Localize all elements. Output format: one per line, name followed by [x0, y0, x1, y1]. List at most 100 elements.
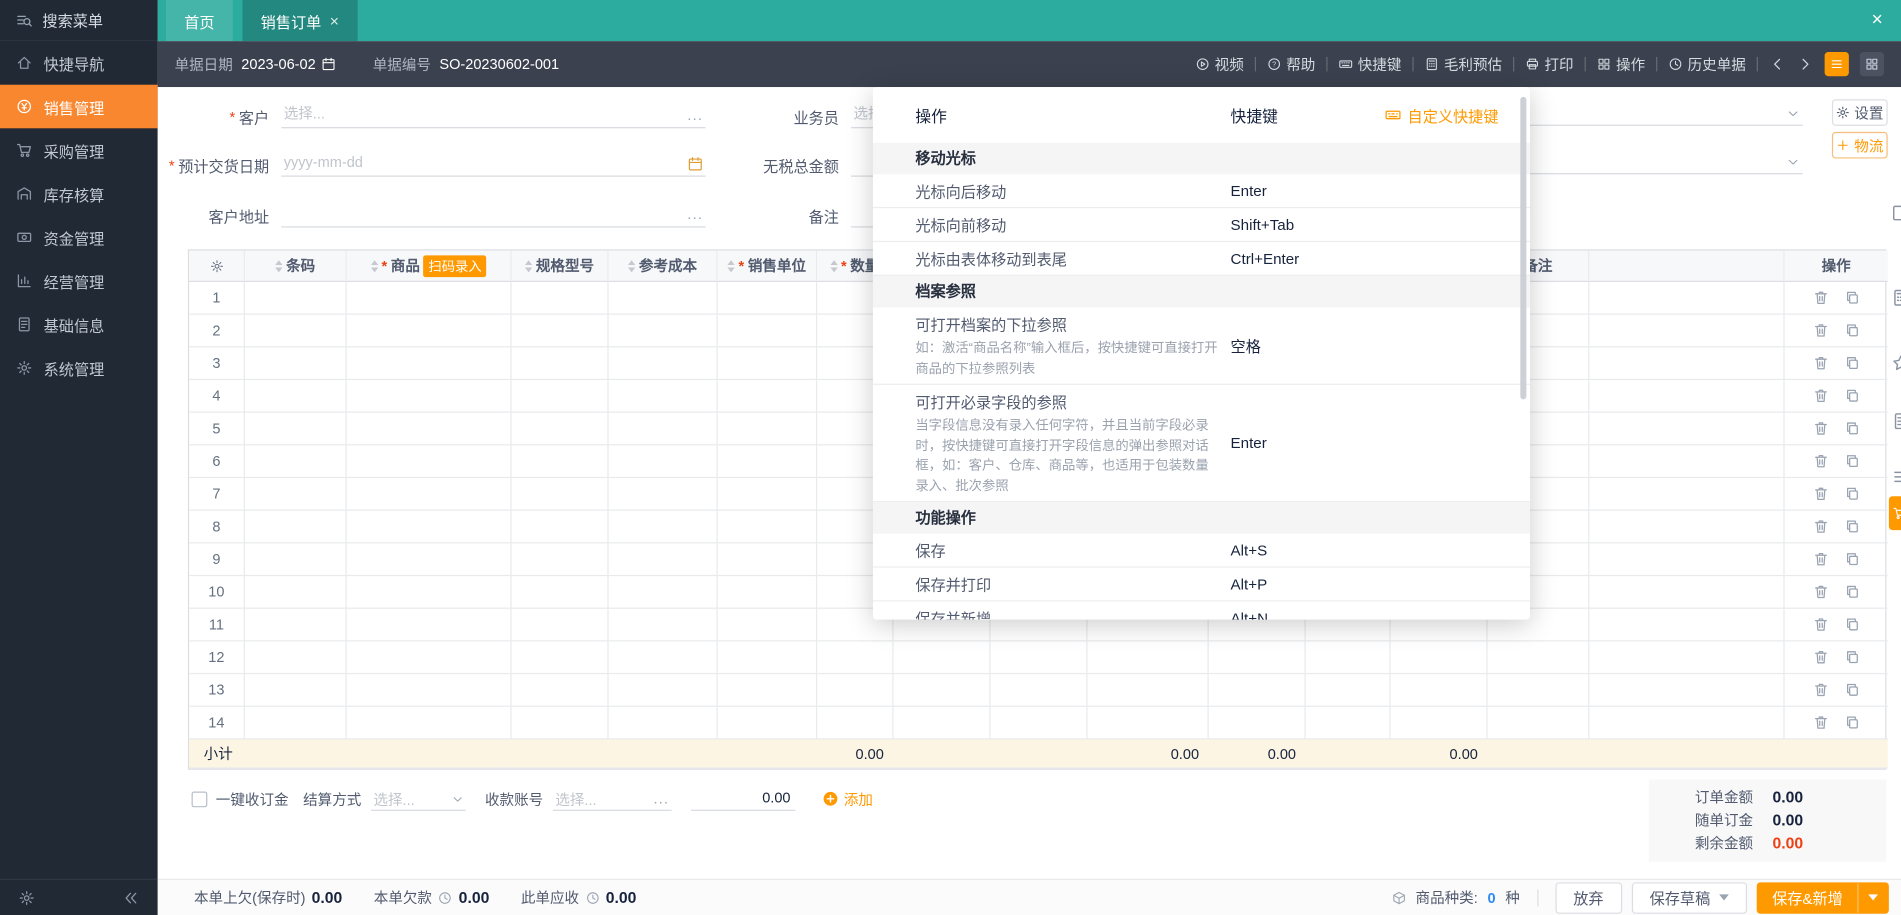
table-cell[interactable]: [608, 510, 718, 544]
table-cell[interactable]: [1487, 674, 1590, 707]
table-cell[interactable]: [717, 478, 818, 511]
table-cell[interactable]: [608, 576, 718, 609]
table-cell[interactable]: [244, 412, 347, 446]
delete-row-icon[interactable]: [1812, 649, 1829, 666]
sort-carets-icon[interactable]: [627, 259, 636, 272]
docbar-action-5[interactable]: 操作: [1597, 54, 1645, 75]
table-cell[interactable]: [717, 412, 818, 446]
table-cell[interactable]: [608, 706, 718, 740]
table-cell[interactable]: [1305, 674, 1391, 707]
table-cell[interactable]: [511, 478, 609, 511]
table-cell[interactable]: [1589, 543, 1785, 577]
table-cell[interactable]: [511, 282, 609, 315]
table-cell[interactable]: [244, 706, 347, 740]
table-cell[interactable]: [608, 347, 718, 381]
table-cell[interactable]: [717, 510, 818, 544]
table-cell[interactable]: [990, 706, 1088, 740]
docbar-action-1[interactable]: ? 帮助: [1267, 54, 1315, 75]
save-options-caret[interactable]: [1857, 882, 1887, 912]
table-cell[interactable]: [717, 674, 818, 707]
address-picker-ellipsis[interactable]: ...: [687, 207, 703, 222]
sort-carets-icon[interactable]: [275, 259, 283, 272]
table-cell[interactable]: [990, 674, 1088, 707]
table-cell[interactable]: [346, 674, 512, 707]
copy-row-icon[interactable]: [1843, 616, 1860, 633]
table-cell[interactable]: [1087, 706, 1209, 740]
table-cell[interactable]: [717, 282, 818, 315]
settings-button[interactable]: 设置: [1831, 99, 1888, 126]
delete-row-icon[interactable]: [1812, 420, 1829, 437]
sort-carets-icon[interactable]: [830, 259, 838, 272]
sidebar-settings-icon[interactable]: [18, 889, 35, 906]
sort-carets-icon[interactable]: [524, 259, 533, 272]
copy-row-icon[interactable]: [1843, 453, 1860, 470]
delivery-date-input[interactable]: [281, 151, 706, 176]
copy-row-icon[interactable]: [1843, 649, 1860, 666]
table-cell[interactable]: [1390, 641, 1488, 675]
table-cell[interactable]: [511, 674, 609, 707]
save-and-new-button[interactable]: 保存&新增: [1756, 881, 1889, 914]
column-header-规格型号[interactable]: 规格型号: [511, 250, 609, 283]
table-cell[interactable]: [1589, 380, 1785, 413]
table-cell[interactable]: [511, 314, 609, 348]
table-cell[interactable]: [1305, 641, 1391, 675]
table-cell[interactable]: [1087, 674, 1209, 707]
tab-sales-order[interactable]: 销售订单 ×: [242, 0, 358, 42]
delete-row-icon[interactable]: [1812, 714, 1829, 731]
table-cell[interactable]: [717, 608, 818, 642]
table-cell[interactable]: [346, 380, 512, 413]
sidebar-item-2[interactable]: 采购管理: [0, 128, 158, 172]
table-cell[interactable]: [1305, 706, 1391, 740]
column-header-条码[interactable]: 条码: [244, 250, 347, 283]
delete-row-icon[interactable]: [1812, 681, 1829, 698]
strip-active-tool[interactable]: [1888, 496, 1901, 531]
table-cell[interactable]: [346, 478, 512, 511]
sidebar-collapse-icon[interactable]: [122, 889, 139, 906]
table-cell[interactable]: [608, 543, 718, 577]
copy-row-icon[interactable]: [1843, 322, 1860, 339]
table-cell[interactable]: [346, 576, 512, 609]
table-cell[interactable]: [244, 282, 347, 315]
sidebar-item-1[interactable]: 销售管理: [0, 84, 158, 129]
table-cell[interactable]: [990, 641, 1088, 675]
delete-row-icon[interactable]: [1812, 355, 1829, 372]
table-cell[interactable]: [717, 347, 818, 381]
docbar-action-6[interactable]: 历史单据: [1668, 54, 1746, 75]
column-header-操作[interactable]: 操作: [1784, 250, 1888, 283]
discard-button[interactable]: 放弃: [1555, 881, 1622, 914]
table-cell[interactable]: [717, 380, 818, 413]
sidebar-item-6[interactable]: 基础信息: [0, 303, 158, 347]
table-cell[interactable]: [817, 674, 894, 707]
column-header-0[interactable]: [189, 250, 245, 283]
table-cell[interactable]: [346, 510, 512, 544]
tab-home[interactable]: 首页: [166, 0, 233, 42]
delete-row-icon[interactable]: [1812, 453, 1829, 470]
tabbar-close-icon[interactable]: ×: [1871, 10, 1882, 32]
table-cell[interactable]: [608, 282, 718, 315]
table-cell[interactable]: [1487, 641, 1590, 675]
copy-row-icon[interactable]: [1843, 420, 1860, 437]
sort-carets-icon[interactable]: [727, 259, 735, 272]
table-cell[interactable]: [346, 608, 512, 642]
table-cell[interactable]: [717, 576, 818, 609]
table-cell[interactable]: [608, 674, 718, 707]
sort-carets-icon[interactable]: [370, 259, 378, 272]
table-cell[interactable]: [1589, 576, 1785, 609]
copy-row-icon[interactable]: [1843, 551, 1860, 568]
copy-row-icon[interactable]: [1843, 583, 1860, 600]
doc-date-value[interactable]: 2023-06-02: [241, 56, 336, 73]
table-cell[interactable]: [1589, 608, 1785, 642]
docbar-action-3[interactable]: 毛利预估: [1424, 54, 1502, 75]
sidebar-item-0[interactable]: 快捷导航: [0, 41, 158, 85]
table-cell[interactable]: [1589, 445, 1785, 479]
copy-row-icon[interactable]: [1843, 518, 1860, 535]
star-icon[interactable]: [1891, 353, 1901, 372]
table-cell[interactable]: [1589, 706, 1785, 740]
table-cell[interactable]: [244, 314, 347, 348]
delete-row-icon[interactable]: [1812, 322, 1829, 339]
table-cell[interactable]: [244, 576, 347, 609]
table-cell[interactable]: [346, 641, 512, 675]
scan-entry-badge[interactable]: 扫码录入: [423, 254, 487, 277]
table-cell[interactable]: [244, 543, 347, 577]
table-cell[interactable]: [608, 445, 718, 479]
